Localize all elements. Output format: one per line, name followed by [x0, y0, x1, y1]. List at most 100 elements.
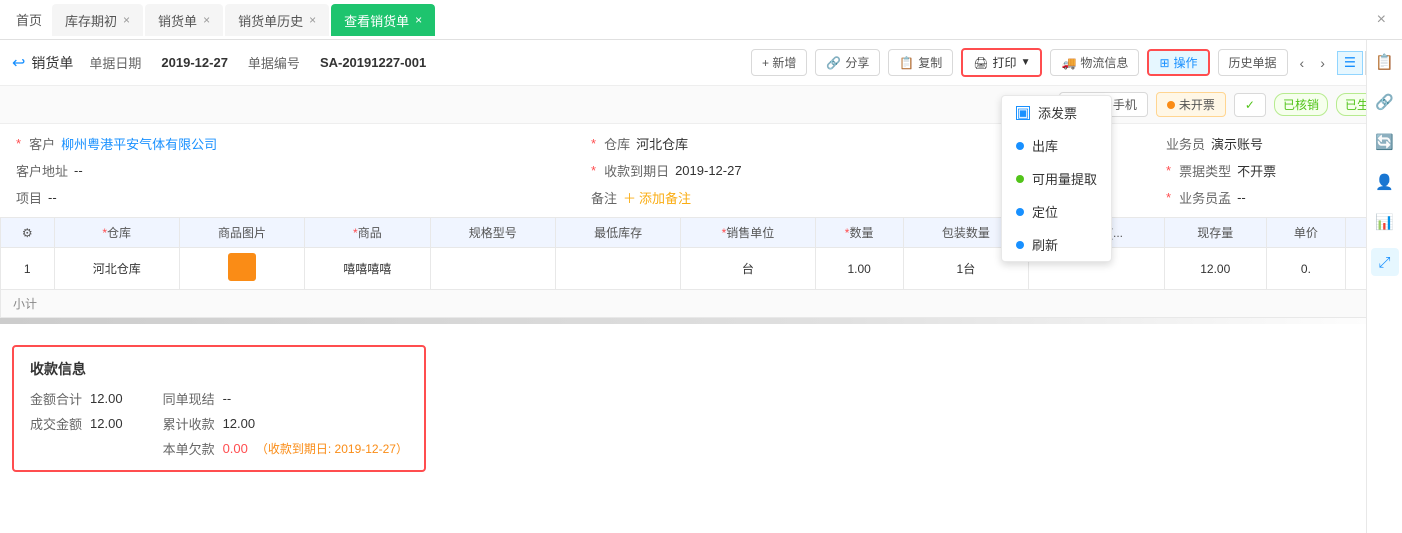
customer-value[interactable]: 柳州粤港平安气体有限公司: [61, 134, 217, 153]
project-group: 项目 --: [16, 188, 236, 207]
new-button[interactable]: + 新增: [751, 49, 807, 76]
logistics-button[interactable]: 🚚 物流信息: [1050, 49, 1139, 76]
available-icon: [1016, 175, 1024, 183]
form-title-icon: ↩: [12, 53, 25, 73]
tab-sales[interactable]: 销货单 ×: [145, 4, 223, 36]
due-date-label: 收款到期日: [604, 161, 669, 180]
locate-label: 定位: [1032, 202, 1058, 221]
note-label: 备注: [591, 188, 617, 207]
amount-label: 金额合计: [30, 389, 82, 408]
table-header-row: ⚙ *仓库 商品图片 *商品 规格型号 最低库存 *销售单位 *数量 包装数量 …: [1, 218, 1402, 248]
payment-rows: 金额合计 12.00 成交金额 12.00 同单现结 --: [30, 389, 408, 458]
sidebar-icon-expand[interactable]: ⤢: [1371, 248, 1399, 276]
ticket-value: 不开票: [1237, 161, 1276, 180]
copy-label: 复制: [918, 54, 942, 71]
share-button[interactable]: 🔗 分享: [815, 49, 880, 76]
cumulative-row: 累计收款 12.00: [163, 414, 408, 433]
dropdown-locate[interactable]: 定位: [1002, 195, 1111, 228]
tab-view-sales-close[interactable]: ×: [415, 13, 422, 27]
add-invoice-label: 添发票: [1038, 103, 1077, 122]
sidebar-icon-5[interactable]: 📊: [1371, 208, 1399, 236]
no-label: 单据编号: [248, 53, 300, 72]
print-dropdown-arrow: ▼: [1021, 57, 1031, 68]
sidebar-icon-2[interactable]: 🔗: [1371, 88, 1399, 116]
col-price: 单价: [1266, 218, 1345, 248]
print-label: 打印: [993, 54, 1017, 71]
not-open-button[interactable]: 未开票: [1156, 92, 1226, 117]
col-warehouse: *仓库: [54, 218, 179, 248]
share-icon: 🔗: [826, 56, 841, 70]
row-qty: 1.00: [815, 248, 903, 290]
operation-label: 操作: [1174, 54, 1198, 71]
sidebar-icon-3[interactable]: 🔄: [1371, 128, 1399, 156]
tab-sales-history-close[interactable]: ×: [309, 13, 316, 27]
tab-sales-close[interactable]: ×: [203, 13, 210, 27]
cumulative-label: 累计收款: [163, 414, 215, 433]
tab-bar: 首页 库存期初 × 销货单 × 销货单历史 × 查看销货单 × ×: [0, 0, 1402, 40]
settlement-value: --: [223, 391, 232, 406]
salesperson-label: 业务员孟: [1179, 188, 1231, 207]
dropdown-refresh[interactable]: 刷新: [1002, 228, 1111, 261]
confirm-button[interactable]: ✓: [1234, 93, 1266, 117]
address-label: 客户地址: [16, 161, 68, 180]
add-note-label: 添加备注: [639, 188, 691, 207]
refresh-icon: [1016, 241, 1024, 249]
row-current: 12.00: [1164, 248, 1266, 290]
form-fields: * 客户 柳州粤港平安气体有限公司 * 仓库 河北仓库 业务员 演示账号: [0, 124, 1402, 217]
operation-button[interactable]: ⊞ 操作: [1147, 49, 1209, 76]
project-value: --: [48, 190, 57, 205]
warehouse-group: * 仓库 河北仓库: [591, 134, 811, 153]
dropdown-available[interactable]: 可用量提取: [1002, 162, 1111, 195]
settlement-label: 同单现结: [163, 389, 215, 408]
bottom-section: 收款信息 金额合计 12.00 成交金额 12.00: [0, 337, 1402, 480]
staff-value: 演示账号: [1211, 134, 1263, 153]
field-row-1: * 客户 柳州粤港平安气体有限公司 * 仓库 河北仓库 业务员 演示账号: [16, 134, 1386, 153]
sidebar-icon-4[interactable]: 👤: [1371, 168, 1399, 196]
dropdown-outstock[interactable]: 出库: [1002, 129, 1111, 162]
row-product: 嘻嘻嘻嘻: [305, 248, 430, 290]
customer-group: * 客户 柳州粤港平安气体有限公司: [16, 134, 236, 153]
right-sidebar: 📋 🔗 🔄 👤 📊 ⤢: [1366, 40, 1402, 533]
dropdown-add-invoice[interactable]: ▣ 添发票: [1002, 96, 1111, 129]
col-gear[interactable]: ⚙: [1, 218, 55, 248]
sidebar-icon-1[interactable]: 📋: [1371, 48, 1399, 76]
share-label: 分享: [845, 54, 869, 71]
salesperson-group: * 业务员孟 --: [1166, 188, 1386, 207]
address-group: 客户地址 --: [16, 161, 236, 180]
due-date-required: *: [591, 163, 596, 178]
warehouse-label: 仓库: [604, 134, 630, 153]
refresh-label: 刷新: [1032, 235, 1058, 254]
history-label: 历史单据: [1229, 54, 1277, 71]
row-warehouse: 河北仓库: [54, 248, 179, 290]
tab-inventory[interactable]: 库存期初 ×: [52, 4, 143, 36]
row-image: [179, 248, 304, 290]
nav-prev-button[interactable]: ‹: [1296, 53, 1309, 73]
col-image: 商品图片: [179, 218, 304, 248]
history-button[interactable]: 历史单据: [1218, 49, 1288, 76]
copy-button[interactable]: 📋 复制: [888, 49, 953, 76]
row-no: 1: [1, 248, 55, 290]
tab-sales-history[interactable]: 销货单历史 ×: [225, 4, 329, 36]
not-open-label: 未开票: [1179, 96, 1215, 113]
field-row-3: 项目 -- 备注 ＋ 添加备注 * 业务员孟 --: [16, 188, 1386, 207]
tab-inventory-close[interactable]: ×: [123, 13, 130, 27]
sub-toolbar: 📱 来自手机 未开票 ✓ 已核销 已生效: [0, 86, 1402, 124]
col-qty: *数量: [815, 218, 903, 248]
payment-title: 收款信息: [30, 359, 408, 379]
confirm-icon: ✓: [1245, 98, 1255, 112]
subtotal-label: 小计: [1, 290, 1402, 318]
outstock-icon: [1016, 142, 1024, 150]
payment-info: 收款信息 金额合计 12.00 成交金额 12.00: [12, 345, 426, 472]
tab-view-sales[interactable]: 查看销货单 ×: [331, 4, 435, 36]
add-note-button[interactable]: ＋ 添加备注: [623, 188, 691, 207]
nav-next-button[interactable]: ›: [1316, 53, 1329, 73]
tab-home[interactable]: 首页: [8, 10, 50, 29]
window-close-button[interactable]: ×: [1369, 7, 1394, 33]
ticket-label: 票据类型: [1179, 161, 1231, 180]
print-button[interactable]: 🖨 打印 ▼: [961, 48, 1042, 77]
ticket-group: * 票据类型 不开票: [1166, 161, 1386, 180]
row-spec: [430, 248, 555, 290]
operation-icon: ⊞: [1159, 56, 1169, 70]
table-row: 1 河北仓库 嘻嘻嘻嘻 台 1.00 1台 12.00 0.: [1, 248, 1402, 290]
view-list-button[interactable]: ☰: [1337, 51, 1363, 75]
